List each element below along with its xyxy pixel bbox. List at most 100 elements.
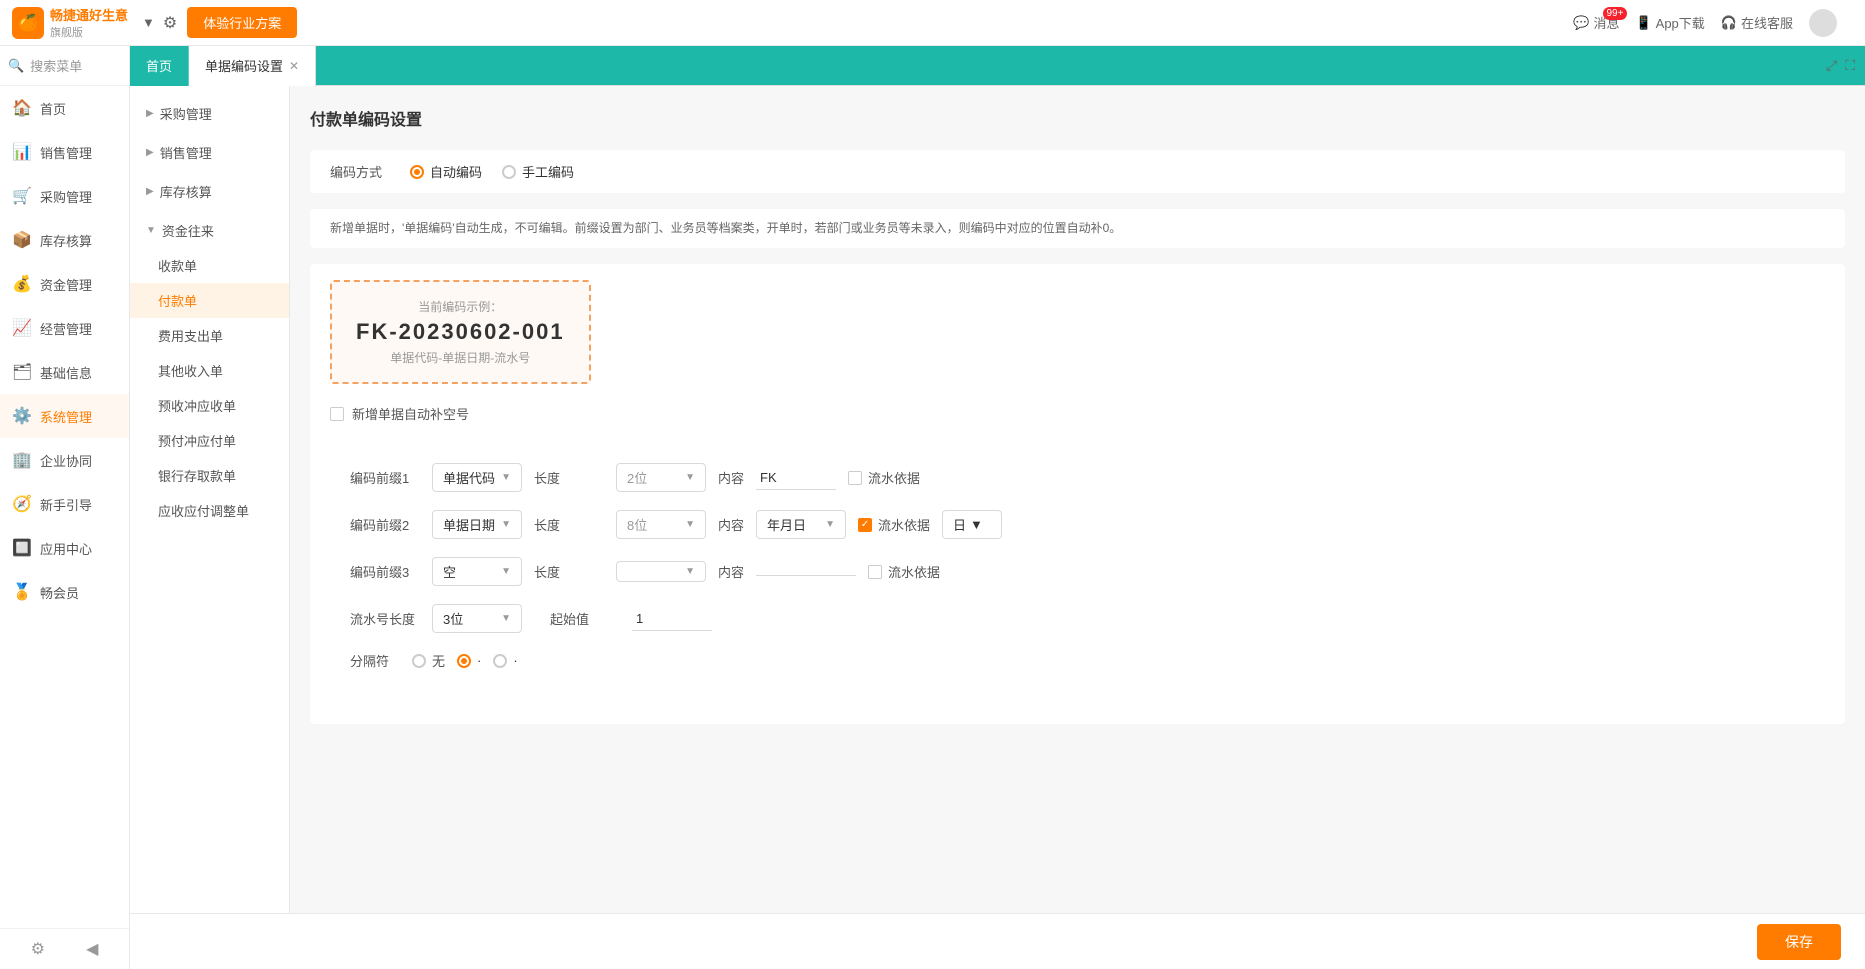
sub-item-bank[interactable]: 银行存取款单 xyxy=(130,458,289,493)
sep-none-radio[interactable]: 无 xyxy=(412,651,445,670)
sidebar-item-basic[interactable]: 🗂 基础信息 xyxy=(0,350,129,394)
bottom-settings-icon[interactable]: ⚙ xyxy=(31,939,45,959)
maximize-icon[interactable]: ⤢ xyxy=(1826,57,1837,74)
main-layout: 🔍 搜索菜单 🏠 首页 📊 销售管理 🛒 采购管理 📦 库存核算 💰 资金管理 … xyxy=(0,46,1865,969)
download-action[interactable]: 📱 App下载 xyxy=(1635,13,1704,32)
nav-dropdown[interactable]: ▼ xyxy=(138,15,155,30)
separator-label: 分隔符 xyxy=(350,651,400,670)
guide-icon: 🧭 xyxy=(12,494,32,514)
sub-group-fund-header[interactable]: ▼ 资金往来 xyxy=(130,213,289,248)
system-icon: ⚙️ xyxy=(12,406,32,426)
search-menu[interactable]: 🔍 搜索菜单 xyxy=(0,46,129,86)
sep-dot2-dot xyxy=(493,654,507,668)
sep-dot-dot xyxy=(457,654,471,668)
serial-length-select[interactable]: 3位 ▼ xyxy=(432,604,522,633)
prefix2-length-arrow-icon: ▼ xyxy=(685,519,695,530)
sidebar-item-system[interactable]: ⚙️ 系统管理 xyxy=(0,394,129,438)
prefix1-select[interactable]: 单据代码 ▼ xyxy=(432,463,522,492)
fund-icon: 💰 xyxy=(12,274,32,294)
sub-group-sales-header[interactable]: ▶ 销售管理 xyxy=(130,135,289,170)
prefix2-serial-box: ✓ xyxy=(858,518,872,532)
prefix1-serial-box xyxy=(848,471,862,485)
code-preview-box: 当前编码示例： FK-20230602-001 单据代码-单据日期-流水号 xyxy=(330,280,591,384)
prefix2-length-label: 长度 xyxy=(534,515,604,534)
prefix3-content-input[interactable] xyxy=(756,567,856,576)
prefix2-arrow-icon: ▼ xyxy=(501,519,511,530)
prefix3-length-select[interactable]: ▼ xyxy=(616,561,706,582)
sub-item-other-income[interactable]: 其他收入单 xyxy=(130,353,289,388)
prefix3-length-arrow-icon: ▼ xyxy=(685,566,695,577)
prefix2-cycle-select[interactable]: 日 ▼ xyxy=(942,510,1002,539)
prefix1-length-select[interactable]: 2位 ▼ xyxy=(616,463,706,492)
sidebar-item-member[interactable]: 🏅 畅会员 xyxy=(0,570,129,614)
prefix2-serial-checkbox[interactable]: ✓ 流水依据 xyxy=(858,515,930,534)
prefix2-cycle-arrow-icon: ▼ xyxy=(970,517,983,532)
sub-group-stock-header[interactable]: ▶ 库存核算 xyxy=(130,174,289,209)
trial-button[interactable]: 体验行业方案 xyxy=(187,7,297,38)
settings-icon[interactable]: ⚙ xyxy=(163,13,177,33)
sub-item-prepay-pay[interactable]: 预付冲应付单 xyxy=(130,423,289,458)
save-button[interactable]: 保存 xyxy=(1757,924,1841,960)
sub-group-stock: ▶ 库存核算 xyxy=(130,174,289,209)
tab-home[interactable]: 首页 xyxy=(130,46,189,86)
manual-encode-dot xyxy=(502,165,516,179)
prefix1-content-label: 内容 xyxy=(718,468,744,487)
top-header: 🍊 畅捷通好生意 旗舰版 ▼ ⚙ 体验行业方案 💬 消息 99+ 📱 App下载… xyxy=(0,0,1865,46)
auto-encode-radio[interactable]: 自动编码 xyxy=(410,162,482,181)
sidebar-item-fund[interactable]: 💰 资金管理 xyxy=(0,262,129,306)
sidebar-item-apps[interactable]: 🔲 应用中心 xyxy=(0,526,129,570)
prefix1-content-input[interactable]: FK xyxy=(756,466,836,490)
page-title: 付款单编码设置 xyxy=(310,106,1845,130)
message-badge: 99+ xyxy=(1603,7,1628,20)
sub-group-purchase: ▶ 采购管理 xyxy=(130,96,289,131)
sub-item-adjustment[interactable]: 应收应付调整单 xyxy=(130,493,289,528)
manual-encode-radio[interactable]: 手工编码 xyxy=(502,162,574,181)
prefix2-length-select[interactable]: 8位 ▼ xyxy=(616,510,706,539)
serial-row: 流水号长度 3位 ▼ 起始值 1 xyxy=(350,604,1805,633)
new-single-checkbox[interactable] xyxy=(330,407,344,421)
prefix2-content-select[interactable]: 年月日 ▼ xyxy=(756,510,846,539)
tab-actions: ⤢ ⛶ xyxy=(1816,57,1865,74)
sidebar-item-sales[interactable]: 📊 销售管理 xyxy=(0,130,129,174)
fullscreen-icon[interactable]: ⛶ xyxy=(1845,57,1855,74)
header-right: 💬 消息 99+ 📱 App下载 🎧 在线客服 xyxy=(1573,9,1853,37)
sidebar-item-home[interactable]: 🏠 首页 xyxy=(0,86,129,130)
sidebar-item-corp[interactable]: 🏢 企业协同 xyxy=(0,438,129,482)
tab-encode-settings[interactable]: 单据编码设置 ✕ xyxy=(189,46,316,86)
sidebar-item-purchase[interactable]: 🛒 采购管理 xyxy=(0,174,129,218)
sep-dot-radio[interactable]: · xyxy=(457,653,481,668)
sub-item-receipt[interactable]: 收款单 xyxy=(130,248,289,283)
sub-item-expense[interactable]: 费用支出单 xyxy=(130,318,289,353)
prefix3-select[interactable]: 空 ▼ xyxy=(432,557,522,586)
sub-item-payment[interactable]: 付款单 xyxy=(130,283,289,318)
tab-close-icon[interactable]: ✕ xyxy=(289,59,299,73)
member-icon: 🏅 xyxy=(12,582,32,602)
prefix2-select[interactable]: 单据日期 ▼ xyxy=(432,510,522,539)
sub-item-prepay-receive[interactable]: 预收冲应收单 xyxy=(130,388,289,423)
prefix3-serial-checkbox[interactable]: 流水依据 xyxy=(868,562,940,581)
prefix2-label: 编码前缀2 xyxy=(350,515,420,534)
header-left: 🍊 畅捷通好生意 旗舰版 ▼ ⚙ 体验行业方案 xyxy=(12,5,297,40)
collapse-icon[interactable]: ◀ xyxy=(86,939,98,959)
sidebar-item-stock[interactable]: 📦 库存核算 xyxy=(0,218,129,262)
auto-encode-dot xyxy=(410,165,424,179)
prefix3-arrow-icon: ▼ xyxy=(501,566,511,577)
basic-icon: 🗂 xyxy=(12,362,32,382)
sep-none-dot xyxy=(412,654,426,668)
avatar[interactable] xyxy=(1809,9,1837,37)
page-footer: 保存 xyxy=(130,913,1865,969)
sales-icon: 📊 xyxy=(12,142,32,162)
sep-dot2-radio[interactable]: · xyxy=(493,653,517,668)
sidebar-item-operation[interactable]: 📈 经营管理 xyxy=(0,306,129,350)
prefix1-serial-checkbox[interactable]: 流水依据 xyxy=(848,468,920,487)
sub-group-purchase-header[interactable]: ▶ 采购管理 xyxy=(130,96,289,131)
apps-icon: 🔲 xyxy=(12,538,32,558)
main-panel: 付款单编码设置 编码方式 自动编码 手工编码 新增单据时，'单据编码'自动生成，… xyxy=(290,86,1865,913)
arrow-right-icon: ▶ xyxy=(146,108,154,119)
serial-length-arrow-icon: ▼ xyxy=(501,613,511,624)
prefix2-row: 编码前缀2 单据日期 ▼ 长度 8位 ▼ 内容 xyxy=(350,510,1805,539)
start-value-input[interactable]: 1 xyxy=(632,607,712,631)
message-action[interactable]: 💬 消息 99+ xyxy=(1573,13,1619,32)
service-action[interactable]: 🎧 在线客服 xyxy=(1721,13,1793,32)
sidebar-item-guide[interactable]: 🧭 新手引导 xyxy=(0,482,129,526)
